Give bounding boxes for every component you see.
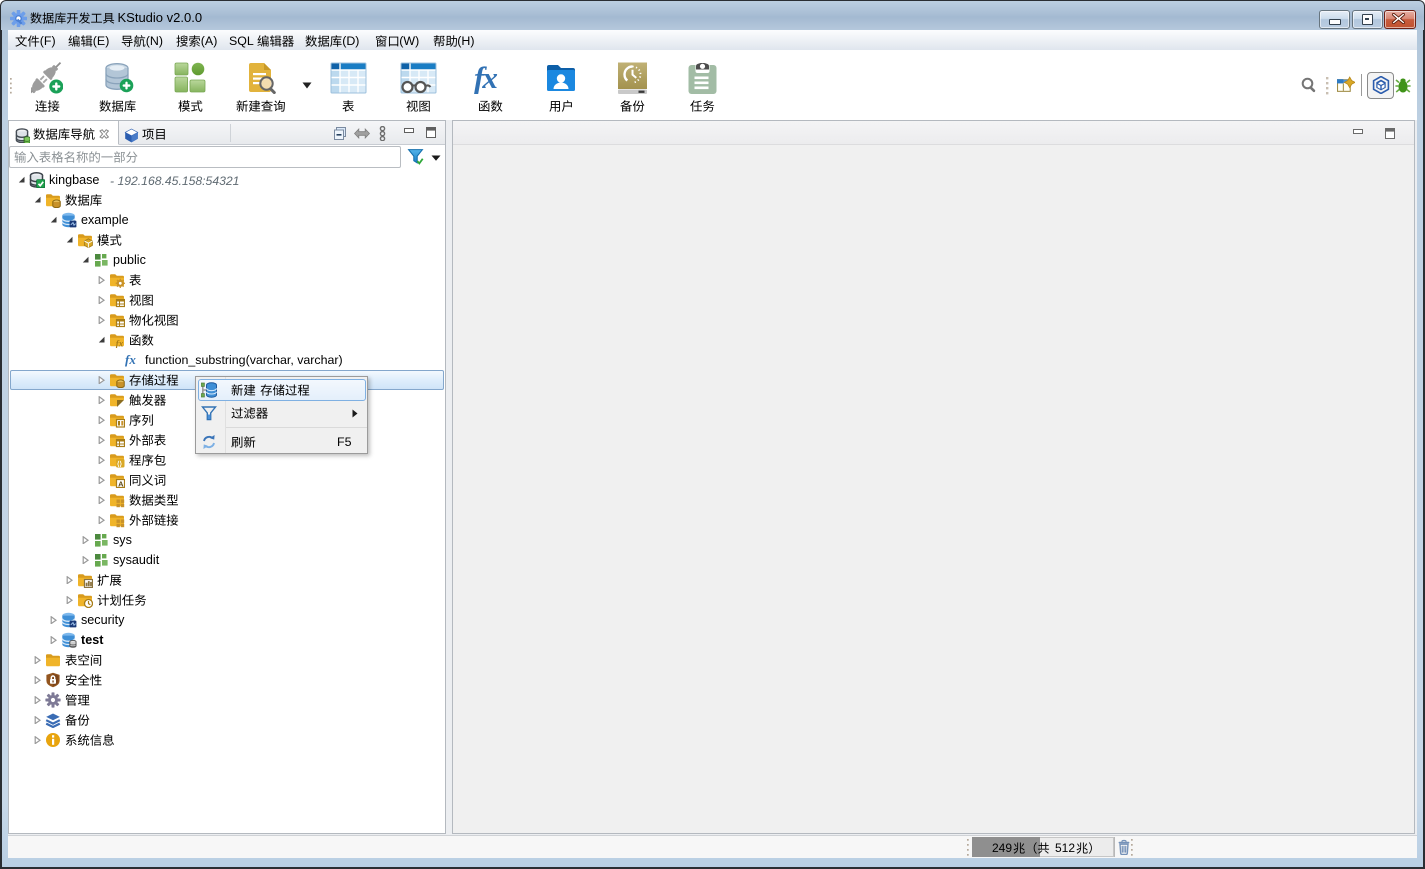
svg-text:fx: fx — [125, 353, 136, 367]
svg-text:fx: fx — [474, 62, 497, 94]
svg-text:A: A — [118, 480, 124, 489]
svg-text:fx: fx — [116, 339, 124, 349]
svg-text:⟨⟩: ⟨⟩ — [117, 460, 123, 468]
